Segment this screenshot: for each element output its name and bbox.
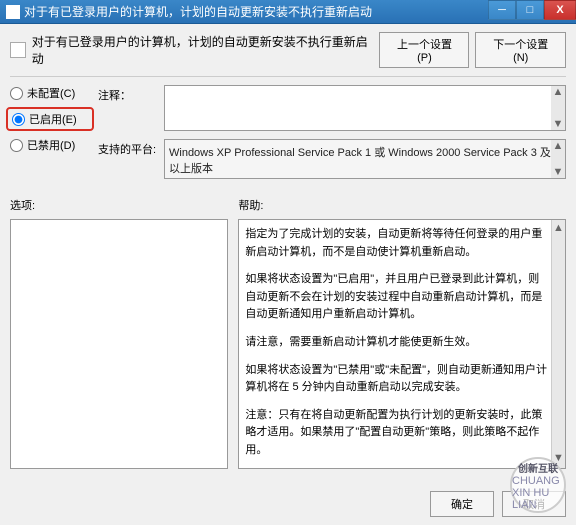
policy-title: 对于有已登录用户的计算机，计划的自动更新安装不执行重新启动 xyxy=(32,33,374,67)
help-panel: 指定为了完成计划的安装，自动更新将等待任何登录的用户重新启动计算机，而不是自动使… xyxy=(238,219,566,469)
help-paragraph: 如果将状态设置为"已启用"，并且用户已登录到此计算机，则自动更新不会在计划的安装… xyxy=(245,271,549,324)
options-panel xyxy=(10,219,228,469)
options-label: 选项: xyxy=(10,197,228,213)
cancel-button[interactable]: 取消 xyxy=(502,491,566,517)
close-button[interactable]: X xyxy=(544,0,576,20)
radio-enabled[interactable]: 已启用(E) xyxy=(6,107,94,131)
comment-label: 注释： xyxy=(98,85,158,131)
window-title: 对于有已登录用户的计算机，计划的自动更新安装不执行重新启动 xyxy=(24,3,372,20)
help-paragraph: 注意：只有在将自动更新配置为执行计划的更新安装时，此策略才适用。如果禁用了"配置… xyxy=(245,407,549,460)
separator xyxy=(10,76,566,77)
platform-scrollbar[interactable]: ▲▼ xyxy=(551,140,565,178)
platform-field: Windows XP Professional Service Pack 1 或… xyxy=(164,139,566,179)
app-icon xyxy=(6,5,20,19)
help-scrollbar[interactable]: ▲▼ xyxy=(551,220,565,468)
minimize-button[interactable]: ─ xyxy=(488,0,516,20)
help-paragraph: 指定为了完成计划的安装，自动更新将等待任何登录的用户重新启动计算机，而不是自动使… xyxy=(245,226,549,261)
help-paragraph: 如果将状态设置为"已禁用"或"未配置"，则自动更新通知用户计算机将在 5 分钟内… xyxy=(245,362,549,397)
policy-icon xyxy=(10,42,26,58)
radio-not-configured[interactable]: 未配置(C) xyxy=(10,85,90,101)
help-paragraph: 请注意，需要重新启动计算机才能使更新生效。 xyxy=(245,334,549,352)
platform-label: 支持的平台: xyxy=(98,139,158,179)
ok-button[interactable]: 确定 xyxy=(430,491,494,517)
radio-enabled-label: 已启用(E) xyxy=(29,111,77,127)
radio-not-configured-label: 未配置(C) xyxy=(27,85,75,101)
radio-disabled[interactable]: 已禁用(D) xyxy=(10,137,90,153)
radio-enabled-input[interactable] xyxy=(12,113,25,126)
radio-disabled-input[interactable] xyxy=(10,139,23,152)
help-label: 帮助: xyxy=(238,197,566,213)
next-setting-button[interactable]: 下一个设置(N) xyxy=(475,32,566,68)
radio-disabled-label: 已禁用(D) xyxy=(27,137,75,153)
radio-not-configured-input[interactable] xyxy=(10,87,23,100)
comment-scrollbar[interactable]: ▲▼ xyxy=(551,86,565,130)
titlebar: 对于有已登录用户的计算机，计划的自动更新安装不执行重新启动 ─ □ X xyxy=(0,0,576,24)
comment-field[interactable]: ▲▼ xyxy=(164,85,566,131)
previous-setting-button[interactable]: 上一个设置(P) xyxy=(379,32,469,68)
platform-value: Windows XP Professional Service Pack 1 或… xyxy=(169,147,551,175)
maximize-button[interactable]: □ xyxy=(516,0,544,20)
